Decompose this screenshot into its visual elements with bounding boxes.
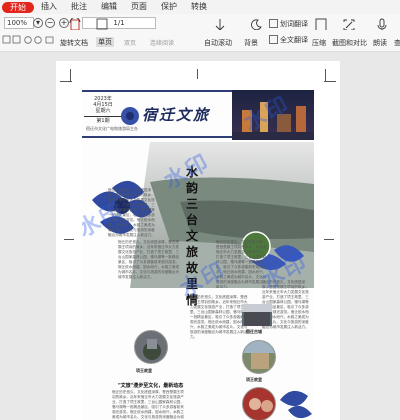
tab-protect[interactable]: 保护: [154, 0, 184, 14]
circle-photo-festival: [242, 387, 276, 420]
screenshot-label[interactable]: 截图和对比: [332, 38, 367, 48]
tab-insert[interactable]: 插入: [34, 0, 64, 14]
background-label[interactable]: 背景: [244, 38, 258, 48]
pdf-page: 2023年 4月15日 星期六 第1期 宿迁文旅 宿迁市文化广电和旅游局主办 水…: [56, 61, 340, 420]
zoom-out-button[interactable]: −: [45, 18, 55, 28]
auto-scroll-label[interactable]: 自动滚动: [204, 38, 232, 48]
continuous-read-button[interactable]: 连续阅读: [150, 38, 174, 47]
more-label[interactable]: 查: [394, 38, 400, 48]
read-aloud-label[interactable]: 朗读: [373, 38, 387, 48]
translate-icon[interactable]: [269, 19, 278, 28]
word-translate-button[interactable]: 划词翻译: [280, 19, 308, 29]
full-translate-button[interactable]: 全文翻译: [280, 35, 308, 45]
issue-date: 2023年 4月15日 星期六 第1期: [84, 96, 122, 124]
flower-decoration-bottom: [280, 390, 312, 419]
page-number-input[interactable]: 1/1: [82, 17, 156, 29]
quick-icons: [2, 35, 58, 47]
screenshot-icon[interactable]: [342, 18, 356, 30]
circle-photo-old-town: [134, 330, 168, 364]
caption-photo-3: 项王故里: [246, 377, 262, 382]
crop-mark: [324, 81, 336, 82]
newspaper-page: 2023年 4月15日 星期六 第1期 宿迁文旅 宿迁市文化广电和旅游局主办 水…: [82, 90, 314, 420]
auto-scroll-icon[interactable]: [213, 18, 227, 30]
page-view-icon[interactable]: [96, 18, 110, 30]
section-heading: "文旅"漫步至文化，最新动态: [118, 383, 184, 389]
compress-icon[interactable]: [314, 18, 328, 30]
tab-home[interactable]: 开始: [2, 1, 34, 13]
zoom-input[interactable]: 100%: [4, 17, 34, 29]
crop-mark: [64, 239, 74, 240]
date-weekday: 星期六: [95, 108, 111, 114]
full-translate-icon[interactable]: [269, 35, 278, 44]
newspaper-title: 宿迁文旅: [142, 106, 211, 124]
article-text-middle: 宿迁历史悠久，文化底蕴深厚，是西楚霸王项羽的故乡。近年来宿迁市大力发展文化旅游产…: [190, 295, 248, 339]
tab-comment[interactable]: 批注: [64, 0, 94, 14]
microphone-icon[interactable]: [375, 18, 389, 30]
menu-bar: 开始 插入 批注 编辑 页面 保护 转换: [0, 0, 400, 14]
caption-photo-2: 宿迁古城: [246, 329, 262, 334]
issue-number: 第1期: [84, 116, 122, 124]
circle-photo-landmark: [242, 340, 276, 374]
flower-decoration: [121, 107, 139, 125]
single-page-button[interactable]: 单页: [96, 37, 114, 47]
zoom-dropdown-icon[interactable]: ▾: [33, 18, 43, 28]
double-page-button[interactable]: 双页: [124, 38, 136, 47]
quick-tool-icons[interactable]: [2, 35, 58, 45]
photo-street: [242, 304, 272, 326]
moon-icon[interactable]: [249, 18, 263, 30]
toolbar: 100% ▾ − + 1/1 旋转文档 单页 双页 连续阅读 自动滚动 背景 划…: [0, 14, 400, 52]
rotate-label[interactable]: 旋转文档: [60, 38, 88, 48]
tab-convert[interactable]: 转换: [184, 0, 214, 14]
crop-mark: [325, 69, 326, 81]
document-canvas[interactable]: 2023年 4月15日 星期六 第1期 宿迁文旅 宿迁市文化广电和旅游局主办 水…: [0, 53, 400, 420]
crop-mark: [70, 69, 71, 81]
caption-photo-1: 项王故里: [136, 368, 152, 373]
tab-page[interactable]: 页面: [124, 0, 154, 14]
crop-mark: [197, 69, 198, 79]
rotate-icon[interactable]: [68, 18, 82, 30]
article-text-bottom-left: 宿迁历史悠久，文化底蕴深厚，是西楚霸王项羽的故乡。近年来宿迁市大力发展文化旅游产…: [112, 390, 184, 419]
crop-mark: [324, 239, 334, 240]
tab-edit[interactable]: 编辑: [94, 0, 124, 14]
compress-label[interactable]: 压缩: [312, 38, 326, 48]
crop-mark: [60, 81, 72, 82]
